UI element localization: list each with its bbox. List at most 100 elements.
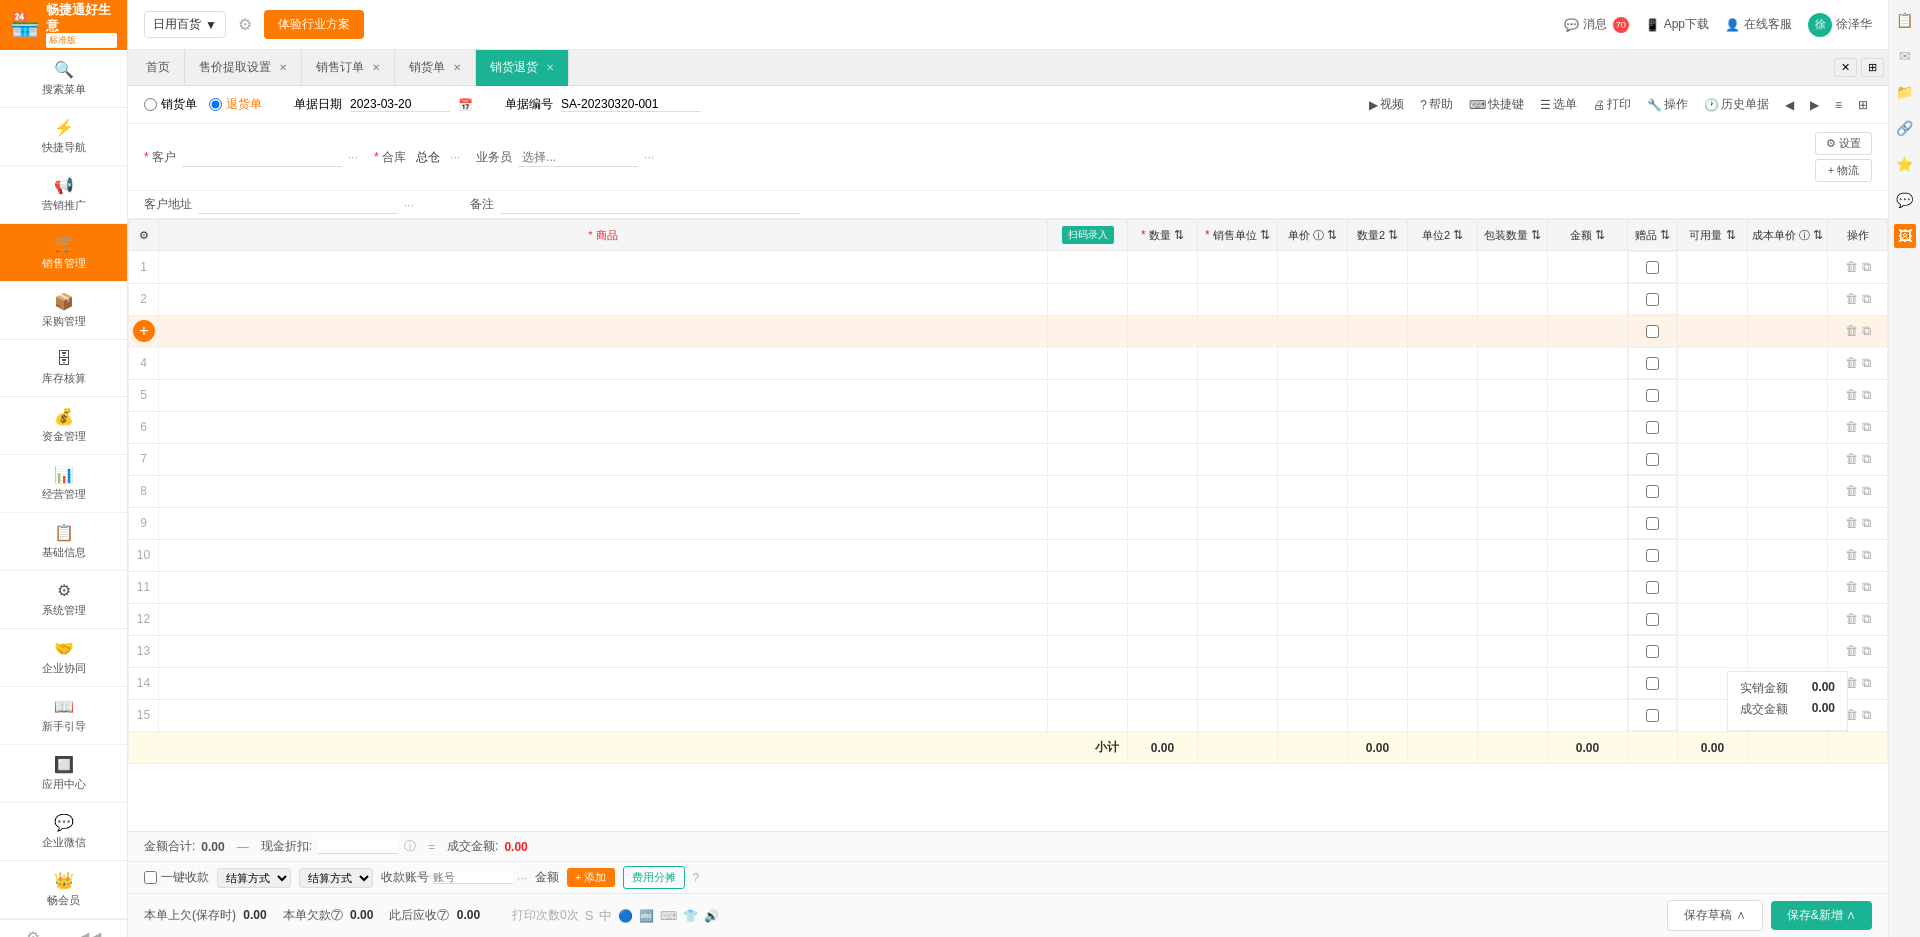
unit-cell[interactable] bbox=[1198, 635, 1278, 667]
price-cell[interactable] bbox=[1278, 539, 1348, 571]
experience-btn[interactable]: 体验行业方案 bbox=[264, 10, 364, 39]
video-btn[interactable]: ▶ 视频 bbox=[1365, 94, 1408, 115]
delete-icon[interactable]: 🗑 bbox=[1845, 259, 1858, 275]
gift-checkbox[interactable] bbox=[1646, 613, 1659, 626]
gift-cell[interactable] bbox=[1628, 283, 1677, 315]
pack-qty-cell[interactable] bbox=[1478, 539, 1548, 571]
th-setting[interactable]: ⚙ bbox=[129, 220, 159, 251]
print-btn[interactable]: 🖨 打印 bbox=[1589, 94, 1635, 115]
unit2-cell[interactable] bbox=[1408, 603, 1478, 635]
app-download-btn[interactable]: 📱 App下载 bbox=[1645, 16, 1709, 33]
cost-price-cell[interactable] bbox=[1748, 603, 1828, 635]
gift-cell[interactable] bbox=[1628, 251, 1677, 283]
industry-selector[interactable]: 日用百货 ▼ bbox=[144, 11, 226, 38]
gift-cell[interactable] bbox=[1628, 475, 1677, 507]
amount-cell[interactable] bbox=[1548, 443, 1628, 475]
tab-sales-slip[interactable]: 销货单 ✕ bbox=[395, 50, 476, 86]
qty-cell[interactable] bbox=[1128, 315, 1198, 347]
qty-cell[interactable] bbox=[1128, 507, 1198, 539]
copy-icon[interactable]: ⧉ bbox=[1862, 259, 1871, 275]
unit2-cell[interactable] bbox=[1408, 667, 1478, 699]
cost-price-cell[interactable] bbox=[1748, 443, 1828, 475]
unit2-cell[interactable] bbox=[1408, 571, 1478, 603]
amount-cell[interactable] bbox=[1548, 411, 1628, 443]
cost-price-cell[interactable] bbox=[1748, 635, 1828, 667]
panel-mail-icon[interactable]: ✉ bbox=[1895, 44, 1915, 68]
price-cell[interactable] bbox=[1278, 667, 1348, 699]
pack-qty-cell[interactable] bbox=[1478, 475, 1548, 507]
gift-checkbox[interactable] bbox=[1646, 261, 1659, 274]
settings-icon[interactable]: ⚙ bbox=[238, 15, 252, 34]
unit-cell[interactable] bbox=[1198, 443, 1278, 475]
unit2-cell[interactable] bbox=[1408, 699, 1478, 732]
available-cell[interactable] bbox=[1678, 379, 1748, 411]
gift-cell[interactable] bbox=[1628, 443, 1677, 475]
amount-cell[interactable] bbox=[1548, 603, 1628, 635]
unit2-cell[interactable] bbox=[1408, 635, 1478, 667]
user-menu[interactable]: 徐 徐泽华 bbox=[1808, 13, 1872, 37]
gift-checkbox[interactable] bbox=[1646, 581, 1659, 594]
cost-price-cell[interactable] bbox=[1748, 539, 1828, 571]
unit-cell[interactable] bbox=[1198, 603, 1278, 635]
goods-cell[interactable] bbox=[159, 603, 1048, 635]
unit-cell[interactable] bbox=[1198, 507, 1278, 539]
available-cell[interactable] bbox=[1678, 635, 1748, 667]
gift-checkbox[interactable] bbox=[1646, 453, 1659, 466]
goods-cell[interactable] bbox=[159, 539, 1048, 571]
logistics-btn[interactable]: + 物流 bbox=[1815, 159, 1872, 182]
panel-folder-icon[interactable]: 📁 bbox=[1892, 80, 1917, 104]
gift-cell[interactable] bbox=[1628, 315, 1677, 347]
goods-cell[interactable] bbox=[159, 347, 1048, 379]
qty-cell[interactable] bbox=[1128, 443, 1198, 475]
price-cell[interactable] bbox=[1278, 411, 1348, 443]
qty2-cell[interactable] bbox=[1348, 571, 1408, 603]
qty2-cell[interactable] bbox=[1348, 475, 1408, 507]
warehouse-dots[interactable]: ··· bbox=[450, 150, 460, 164]
pack-qty-cell[interactable] bbox=[1478, 635, 1548, 667]
one-click-pay-check[interactable]: 一键收款 bbox=[144, 869, 209, 886]
gift-checkbox[interactable] bbox=[1646, 325, 1659, 338]
goods-cell[interactable] bbox=[159, 699, 1048, 732]
calc-method-select[interactable]: 结算方式 bbox=[299, 868, 373, 888]
account-dots[interactable]: ··· bbox=[517, 871, 527, 885]
sidebar-item-purchase[interactable]: 📦 采购管理 bbox=[0, 282, 127, 340]
goods-cell[interactable] bbox=[159, 571, 1048, 603]
pack-qty-cell[interactable] bbox=[1478, 571, 1548, 603]
price-cell[interactable] bbox=[1278, 699, 1348, 732]
amount-cell[interactable] bbox=[1548, 283, 1628, 315]
amount-cell[interactable] bbox=[1548, 699, 1628, 732]
online-service-btn[interactable]: 👤 在线客服 bbox=[1725, 16, 1792, 33]
gift-cell[interactable] bbox=[1628, 347, 1677, 379]
copy-icon[interactable]: ⧉ bbox=[1862, 515, 1871, 531]
gift-checkbox[interactable] bbox=[1646, 645, 1659, 658]
qty-cell[interactable] bbox=[1128, 699, 1198, 732]
gift-checkbox[interactable] bbox=[1646, 357, 1659, 370]
copy-icon[interactable]: ⧉ bbox=[1862, 483, 1871, 499]
delete-icon[interactable]: 🗑 bbox=[1845, 547, 1858, 563]
unit2-cell[interactable] bbox=[1408, 379, 1478, 411]
panel-image-icon[interactable]: 🖼 bbox=[1894, 224, 1916, 248]
radio-return[interactable]: 退货单 bbox=[209, 96, 262, 113]
pack-qty-cell[interactable] bbox=[1478, 379, 1548, 411]
qty2-cell[interactable] bbox=[1348, 603, 1408, 635]
tab-price-extract[interactable]: 售价提取设置 ✕ bbox=[185, 50, 302, 86]
split-fee-btn[interactable]: 费用分摊 bbox=[623, 866, 685, 889]
gift-cell[interactable] bbox=[1628, 507, 1677, 539]
delete-icon[interactable]: 🗑 bbox=[1845, 291, 1858, 307]
tab-sales-return[interactable]: 销货退货 ✕ bbox=[476, 50, 569, 86]
price-cell[interactable] bbox=[1278, 251, 1348, 284]
copy-icon[interactable]: ⧉ bbox=[1862, 675, 1871, 691]
customer-dots[interactable]: ··· bbox=[348, 150, 358, 164]
sidebar-item-system[interactable]: ⚙ 系统管理 bbox=[0, 571, 127, 629]
goods-cell[interactable] bbox=[159, 667, 1048, 699]
tab-close-icon[interactable]: ✕ bbox=[546, 62, 554, 73]
copy-icon[interactable]: ⧉ bbox=[1862, 707, 1871, 723]
qty-cell[interactable] bbox=[1128, 635, 1198, 667]
panel-star-icon[interactable]: ⭐ bbox=[1892, 152, 1917, 176]
available-cell[interactable] bbox=[1678, 475, 1748, 507]
cost-price-cell[interactable] bbox=[1748, 347, 1828, 379]
gift-checkbox[interactable] bbox=[1646, 549, 1659, 562]
goods-cell[interactable] bbox=[159, 635, 1048, 667]
available-cell[interactable] bbox=[1678, 507, 1748, 539]
qty-cell[interactable] bbox=[1128, 603, 1198, 635]
